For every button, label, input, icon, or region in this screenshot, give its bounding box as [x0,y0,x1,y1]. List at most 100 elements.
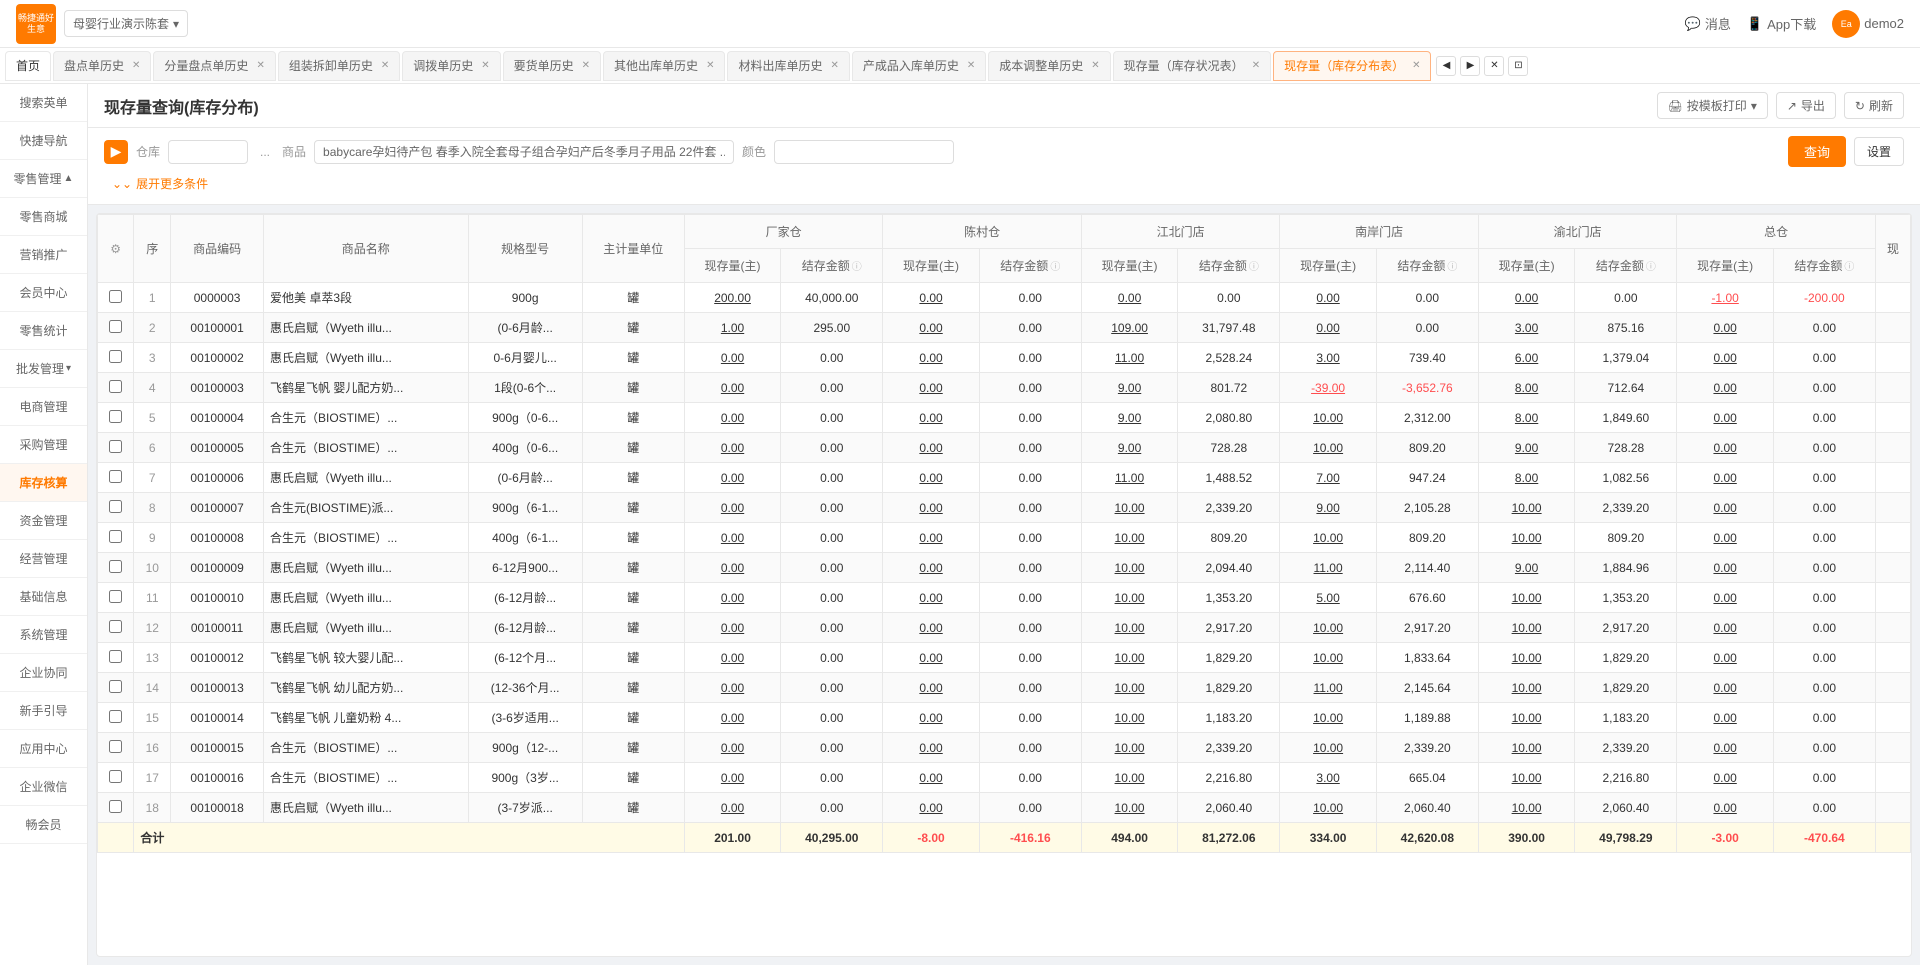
td-na-qty[interactable]: 0.00 [1280,313,1376,343]
td-yb-qty[interactable]: 10.00 [1478,763,1574,793]
filter-toggle-btn[interactable]: ▶ [104,140,128,164]
sidebar-item-collab[interactable]: 企业协同 [0,654,87,692]
row-checkbox[interactable] [109,530,122,543]
tab-xczl[interactable]: 现存量（库存状况表） ✕ [1113,51,1271,81]
td-c-qty[interactable]: 0.00 [883,793,979,823]
tab-close-dpds[interactable]: ✕ [481,60,489,71]
td-t-qty[interactable]: 0.00 [1677,793,1773,823]
td-jb-qty[interactable]: 10.00 [1081,703,1177,733]
tab-next-btn[interactable]: ▶ [1460,56,1480,76]
row-checkbox[interactable] [109,590,122,603]
td-jb-qty[interactable]: 11.00 [1081,463,1177,493]
td-yb-qty[interactable]: 10.00 [1478,793,1574,823]
td-f-qty[interactable]: 0.00 [684,553,780,583]
td-c-qty[interactable]: 0.00 [883,643,979,673]
row-checkbox[interactable] [109,650,122,663]
td-yb-qty[interactable]: 10.00 [1478,643,1574,673]
td-yb-qty[interactable]: 10.00 [1478,733,1574,763]
td-t-qty[interactable]: 0.00 [1677,553,1773,583]
td-na-qty[interactable]: 9.00 [1280,493,1376,523]
td-jb-qty[interactable]: 109.00 [1081,313,1177,343]
td-jb-qty[interactable]: 10.00 [1081,763,1177,793]
td-c-qty[interactable]: 0.00 [883,613,979,643]
td-jb-qty[interactable]: 10.00 [1081,583,1177,613]
td-t-qty[interactable]: 0.00 [1677,343,1773,373]
row-checkbox[interactable] [109,410,122,423]
tab-expand-btn[interactable]: ⊡ [1508,56,1528,76]
td-c-qty[interactable]: 0.00 [883,523,979,553]
td-c-qty[interactable]: 0.00 [883,463,979,493]
warehouse-input[interactable] [168,140,248,164]
td-c-qty[interactable]: 0.00 [883,433,979,463]
row-checkbox[interactable] [109,500,122,513]
row-checkbox[interactable] [109,770,122,783]
tab-close-xczl[interactable]: ✕ [1252,60,1260,71]
td-t-qty[interactable]: 0.00 [1677,433,1773,463]
td-c-qty[interactable]: 0.00 [883,373,979,403]
td-check[interactable] [98,373,134,403]
td-t-qty[interactable]: 0.00 [1677,613,1773,643]
td-na-qty[interactable]: -39.00 [1280,373,1376,403]
td-yb-qty[interactable]: 8.00 [1478,403,1574,433]
query-btn[interactable]: 查询 [1788,136,1846,167]
goods-input[interactable] [314,140,734,164]
tab-ygds[interactable]: 要货单历史 ✕ [503,51,601,81]
sidebar-item-promo[interactable]: 营销推广 [0,236,87,274]
td-t-qty[interactable]: 0.00 [1677,403,1773,433]
td-check[interactable] [98,763,134,793]
td-t-qty[interactable]: 0.00 [1677,763,1773,793]
td-f-qty[interactable]: 200.00 [684,283,780,313]
row-checkbox[interactable] [109,470,122,483]
tab-close-bds[interactable]: ✕ [132,60,140,71]
td-na-qty[interactable]: 10.00 [1280,613,1376,643]
td-check[interactable] [98,463,134,493]
td-check[interactable] [98,703,134,733]
td-yb-qty[interactable]: 9.00 [1478,433,1574,463]
td-check[interactable] [98,493,134,523]
td-jb-qty[interactable]: 11.00 [1081,343,1177,373]
tab-close-ygds[interactable]: ✕ [582,60,590,71]
td-jb-qty[interactable]: 9.00 [1081,403,1177,433]
td-c-qty[interactable]: 0.00 [883,553,979,583]
user-profile[interactable]: Ea demo2 [1832,10,1904,38]
sidebar-item-operation[interactable]: 经营管理 [0,540,87,578]
sidebar-item-basic[interactable]: 基础信息 [0,578,87,616]
tab-fbds[interactable]: 分量盘点单历史 ✕ [153,51,275,81]
td-yb-qty[interactable]: 10.00 [1478,493,1574,523]
row-checkbox[interactable] [109,290,122,303]
color-input[interactable] [774,140,954,164]
td-na-qty[interactable]: 5.00 [1280,583,1376,613]
td-jb-qty[interactable]: 9.00 [1081,373,1177,403]
sidebar-item-search[interactable]: 搜索英单 [0,84,87,122]
td-check[interactable] [98,793,134,823]
td-jb-qty[interactable]: 10.00 [1081,523,1177,553]
td-c-qty[interactable]: 0.00 [883,703,979,733]
td-check[interactable] [98,433,134,463]
td-na-qty[interactable]: 3.00 [1280,763,1376,793]
td-check[interactable] [98,283,134,313]
tab-close-xcfb[interactable]: ✕ [1412,60,1420,71]
td-jb-qty[interactable]: 10.00 [1081,643,1177,673]
tab-prev-btn[interactable]: ◀ [1436,56,1456,76]
td-na-qty[interactable]: 7.00 [1280,463,1376,493]
td-c-qty[interactable]: 0.00 [883,733,979,763]
refresh-btn[interactable]: ↻ 刷新 [1844,92,1904,119]
sidebar-item-vip[interactable]: 畅会员 [0,806,87,844]
tab-zzcds[interactable]: 组装拆卸单历史 ✕ [278,51,400,81]
td-na-qty[interactable]: 3.00 [1280,343,1376,373]
tab-close-fbds[interactable]: ✕ [256,60,264,71]
td-t-qty[interactable]: 0.00 [1677,463,1773,493]
sidebar-item-apps[interactable]: 应用中心 [0,730,87,768]
row-checkbox[interactable] [109,320,122,333]
td-f-qty[interactable]: 0.00 [684,763,780,793]
td-yb-qty[interactable]: 6.00 [1478,343,1574,373]
td-jb-qty[interactable]: 10.00 [1081,553,1177,583]
tab-close-all-btn[interactable]: ✕ [1484,56,1504,76]
td-c-qty[interactable]: 0.00 [883,283,979,313]
td-f-qty[interactable]: 0.00 [684,463,780,493]
td-t-qty[interactable]: -1.00 [1677,283,1773,313]
td-jb-qty[interactable]: 10.00 [1081,613,1177,643]
export-btn[interactable]: ↗ 导出 [1776,92,1836,119]
row-checkbox[interactable] [109,350,122,363]
td-na-qty[interactable]: 10.00 [1280,403,1376,433]
